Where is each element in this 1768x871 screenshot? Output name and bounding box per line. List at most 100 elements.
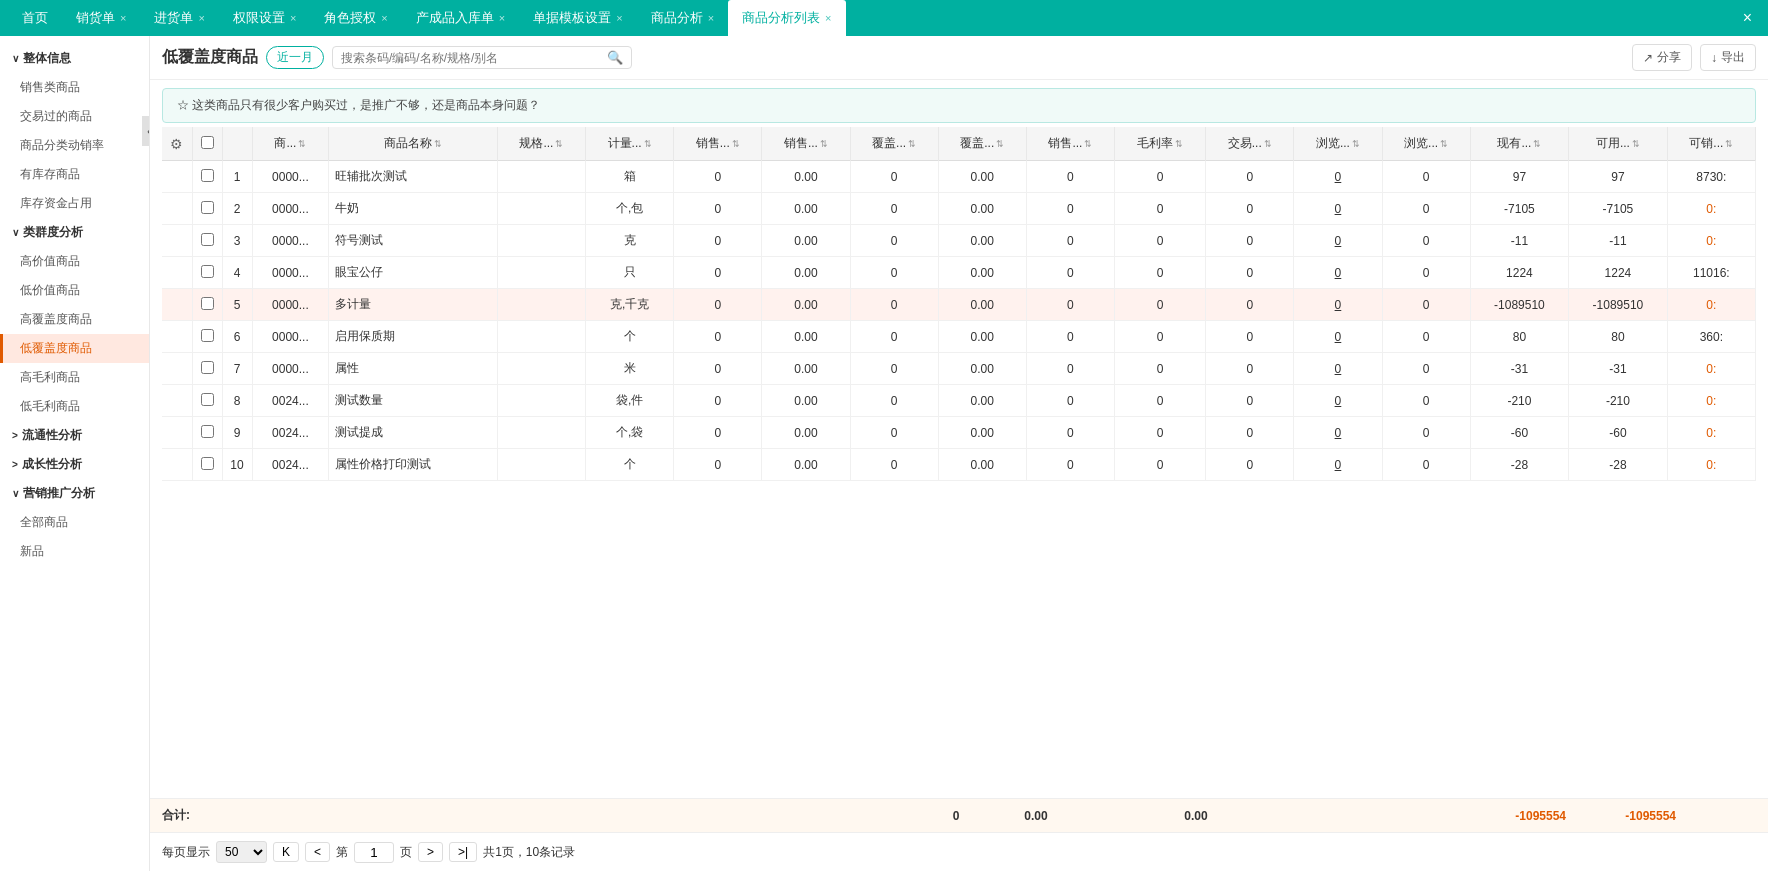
tab-sales-close[interactable]: × xyxy=(120,12,126,24)
row-checkbox[interactable] xyxy=(201,297,214,310)
col-sales-qty[interactable]: 销售...⇅ xyxy=(674,127,762,161)
tab-permission[interactable]: 权限设置 × xyxy=(219,0,310,36)
tab-product-analysis-close[interactable]: × xyxy=(708,12,714,24)
sidebar-item-low-margin[interactable]: 低毛利商品 xyxy=(0,392,149,421)
row-checkbox[interactable] xyxy=(201,265,214,278)
tab-finished-goods-close[interactable]: × xyxy=(499,12,505,24)
tab-template[interactable]: 单据模板设置 × xyxy=(519,0,636,36)
col-unit[interactable]: 计量...⇅ xyxy=(586,127,674,161)
col-trade[interactable]: 交易...⇅ xyxy=(1206,127,1294,161)
sidebar-collapse-btn[interactable]: « xyxy=(142,116,150,146)
row-browse-b: 0 xyxy=(1382,449,1470,481)
section-arrow-growth: > xyxy=(12,459,18,470)
row-browse-b: 0 xyxy=(1382,289,1470,321)
row-checkbox[interactable] xyxy=(201,169,214,182)
row-browse-a[interactable]: 0 xyxy=(1294,353,1382,385)
sidebar-item-sales-goods[interactable]: 销售类商品 xyxy=(0,73,149,102)
row-available: 80 xyxy=(1569,321,1668,353)
row-browse-b: 0 xyxy=(1382,193,1470,225)
last-page-btn[interactable]: >| xyxy=(449,842,477,862)
search-input[interactable] xyxy=(341,51,607,65)
next-page-btn[interactable]: > xyxy=(418,842,443,862)
row-checkbox[interactable] xyxy=(201,329,214,342)
col-browse-a[interactable]: 浏览...⇅ xyxy=(1294,127,1382,161)
tab-product-analysis-list[interactable]: 商品分析列表 × xyxy=(728,0,845,36)
tab-template-close[interactable]: × xyxy=(616,12,622,24)
tab-finished-goods[interactable]: 产成品入库单 × xyxy=(402,0,519,36)
col-settings[interactable]: ⚙ xyxy=(162,127,192,161)
prev-page-btn[interactable]: < xyxy=(305,842,330,862)
row-saleable: 0: xyxy=(1667,289,1755,321)
share-button[interactable]: ↗ 分享 xyxy=(1632,44,1692,71)
row-browse-a[interactable]: 0 xyxy=(1294,289,1382,321)
select-all-checkbox[interactable] xyxy=(201,136,214,149)
col-code[interactable]: 商...⇅ xyxy=(252,127,329,161)
row-spec xyxy=(497,417,585,449)
sidebar-item-with-stock[interactable]: 有库存商品 xyxy=(0,160,149,189)
col-spec[interactable]: 规格...⇅ xyxy=(497,127,585,161)
tab-role[interactable]: 角色授权 × xyxy=(310,0,401,36)
col-cover-a[interactable]: 覆盖...⇅ xyxy=(850,127,938,161)
row-checkbox[interactable] xyxy=(201,425,214,438)
per-page-select[interactable]: 50 100 200 xyxy=(216,841,267,863)
row-checkbox[interactable] xyxy=(201,393,214,406)
row-browse-a[interactable]: 0 xyxy=(1294,193,1382,225)
tab-product-analysis-list-close[interactable]: × xyxy=(825,12,831,24)
settings-icon[interactable]: ⚙ xyxy=(170,136,183,152)
row-browse-a[interactable]: 0 xyxy=(1294,257,1382,289)
row-checkbox[interactable] xyxy=(201,361,214,374)
row-cover-b: 0.00 xyxy=(938,449,1026,481)
row-browse-a[interactable]: 0 xyxy=(1294,449,1382,481)
tab-home[interactable]: 首页 xyxy=(8,0,62,36)
sidebar-item-high-value[interactable]: 高价值商品 xyxy=(0,247,149,276)
row-name: 符号测试 xyxy=(329,225,498,257)
sidebar-section-liquidity[interactable]: > 流通性分析 xyxy=(0,421,149,450)
row-browse-a[interactable]: 0 xyxy=(1294,225,1382,257)
sidebar-item-low-coverage[interactable]: 低覆盖度商品 xyxy=(0,334,149,363)
sidebar-item-high-margin[interactable]: 高毛利商品 xyxy=(0,363,149,392)
row-browse-a[interactable]: 0 xyxy=(1294,385,1382,417)
sidebar-item-all-goods[interactable]: 全部商品 xyxy=(0,508,149,537)
tab-role-close[interactable]: × xyxy=(381,12,387,24)
current-page-input[interactable] xyxy=(354,842,394,863)
col-available[interactable]: 可用...⇅ xyxy=(1569,127,1668,161)
col-cover-b[interactable]: 覆盖...⇅ xyxy=(938,127,1026,161)
row-checkbox[interactable] xyxy=(201,457,214,470)
sidebar-item-low-value[interactable]: 低价值商品 xyxy=(0,276,149,305)
col-browse-b[interactable]: 浏览...⇅ xyxy=(1382,127,1470,161)
sidebar-item-stock-capital[interactable]: 库存资金占用 xyxy=(0,189,149,218)
col-saleable[interactable]: 可销...⇅ xyxy=(1667,127,1755,161)
row-browse-a[interactable]: 0 xyxy=(1294,321,1382,353)
window-close-btn[interactable]: × xyxy=(1735,9,1760,27)
col-sales-amt[interactable]: 销售...⇅ xyxy=(762,127,850,161)
row-settings xyxy=(162,385,192,417)
tab-permission-close[interactable]: × xyxy=(290,12,296,24)
col-gross-rate[interactable]: 毛利率⇅ xyxy=(1114,127,1205,161)
row-checkbox[interactable] xyxy=(201,201,214,214)
sidebar-item-traded-goods[interactable]: 交易过的商品 xyxy=(0,102,149,131)
sidebar-section-cluster[interactable]: ∨ 类群度分析 xyxy=(0,218,149,247)
row-browse-b: 0 xyxy=(1382,417,1470,449)
tab-purchase-close[interactable]: × xyxy=(198,12,204,24)
col-current-stock[interactable]: 现有...⇅ xyxy=(1470,127,1569,161)
row-browse-a[interactable]: 0 xyxy=(1294,417,1382,449)
sidebar-item-high-coverage[interactable]: 高覆盖度商品 xyxy=(0,305,149,334)
first-page-btn[interactable]: K xyxy=(273,842,299,862)
row-sales-qty: 0 xyxy=(674,257,762,289)
sidebar-item-new-goods[interactable]: 新品 xyxy=(0,537,149,566)
sidebar-section-growth[interactable]: > 成长性分析 xyxy=(0,450,149,479)
export-button[interactable]: ↓ 导出 xyxy=(1700,44,1756,71)
row-sales-amt: 0.00 xyxy=(762,449,850,481)
row-checkbox[interactable] xyxy=(201,233,214,246)
sidebar-section-overall[interactable]: ∨ 整体信息 xyxy=(0,44,149,73)
row-sales-c: 0 xyxy=(1026,225,1114,257)
row-browse-a[interactable]: 0 xyxy=(1294,161,1382,193)
col-sales-c[interactable]: 销售...⇅ xyxy=(1026,127,1114,161)
tab-product-analysis[interactable]: 商品分析 × xyxy=(637,0,728,36)
sidebar-section-marketing[interactable]: ∨ 营销推广分析 xyxy=(0,479,149,508)
col-name[interactable]: 商品名称⇅ xyxy=(329,127,498,161)
time-filter-button[interactable]: 近一月 xyxy=(266,46,324,69)
sidebar-item-category-turnover[interactable]: 商品分类动销率 xyxy=(0,131,149,160)
tab-purchase[interactable]: 进货单 × xyxy=(140,0,218,36)
tab-sales[interactable]: 销货单 × xyxy=(62,0,140,36)
